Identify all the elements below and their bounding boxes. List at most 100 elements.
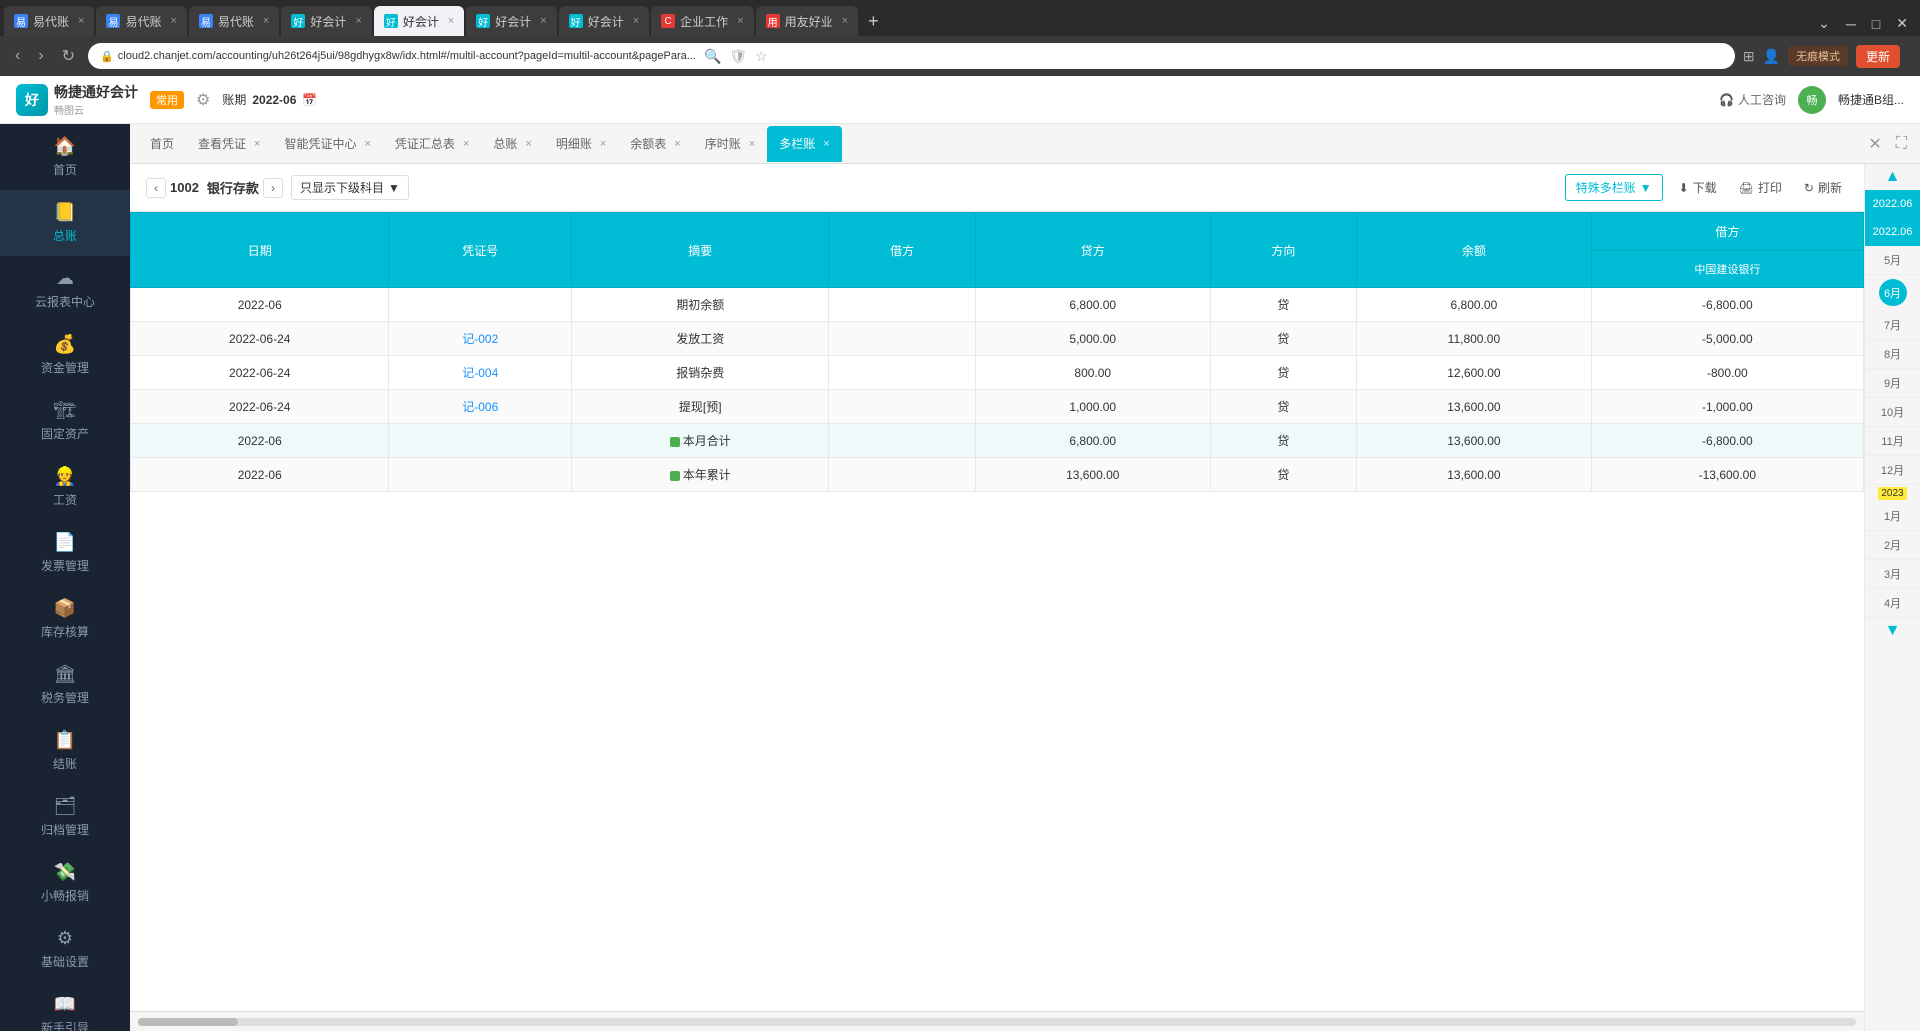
date-item-october[interactable]: 10月 <box>1865 398 1920 427</box>
tab-multi-column[interactable]: 多栏账 × <box>767 126 841 162</box>
browser-tab-9[interactable]: 用 用友好业 × <box>756 6 858 36</box>
date-item-december[interactable]: 12月 <box>1865 456 1920 485</box>
bottom-scrollbar[interactable] <box>130 1011 1864 1031</box>
browser-tab-close-3[interactable]: × <box>263 15 269 27</box>
sidebar-item-archive[interactable]: 🗂 归档管理 <box>0 784 130 850</box>
browser-tab-8[interactable]: C 企业工作 × <box>651 6 753 36</box>
date-item-august[interactable]: 8月 <box>1865 340 1920 369</box>
tab-general-ledger[interactable]: 总账 × <box>481 126 543 162</box>
demo-badge[interactable]: 常用 <box>150 91 184 109</box>
sidebar-item-invoice[interactable]: 📄 发票管理 <box>0 520 130 586</box>
tab-general-ledger-close[interactable]: × <box>525 138 531 150</box>
tab-home[interactable]: 首页 <box>138 126 186 162</box>
filter-select[interactable]: 只显示下级科目 ▼ <box>291 175 409 200</box>
browser-tab-7[interactable]: 好 好会计 × <box>559 6 649 36</box>
tab-voucher-summary[interactable]: 凭证汇总表 × <box>383 126 481 162</box>
tab-vouchers-close[interactable]: × <box>254 138 260 150</box>
consult-button[interactable]: 🎧 人工咨询 <box>1719 91 1786 108</box>
minimize-button[interactable]: ─ <box>1842 12 1860 36</box>
tab-smart-vouchers-close[interactable]: × <box>364 138 370 150</box>
print-button[interactable]: 🖨 打印 <box>1733 175 1788 200</box>
sidebar-item-ledger[interactable]: 📒 总账 <box>0 190 130 256</box>
tab-balance[interactable]: 余额表 × <box>618 126 692 162</box>
address-bar[interactable]: 🔒 cloud2.chanjet.com/accounting/uh26t264… <box>88 43 1735 69</box>
sidebar-item-salary[interactable]: 👷 工资 <box>0 454 130 520</box>
sidebar-item-reports[interactable]: ☁ 云报表中心 <box>0 256 130 322</box>
date-item-september[interactable]: 9月 <box>1865 369 1920 398</box>
search-icon[interactable]: 🔍 <box>704 48 721 65</box>
tab-smart-vouchers[interactable]: 智能凭证中心 × <box>272 126 382 162</box>
browser-tab-close-4[interactable]: × <box>355 15 361 27</box>
browser-tab-close-8[interactable]: × <box>737 15 743 27</box>
new-tab-button[interactable]: + <box>860 6 887 36</box>
refresh-button[interactable]: ↻ 刷新 <box>1798 175 1848 200</box>
tab-list-button[interactable]: ⌄ <box>1814 11 1834 36</box>
date-item-jan-2023[interactable]: 1月 <box>1865 502 1920 531</box>
calendar-icon[interactable]: 📅 <box>302 93 317 107</box>
profile-avatar[interactable]: 👤 <box>1763 48 1780 65</box>
voucher-link-4[interactable]: 记-006 <box>462 400 498 414</box>
incognito-label[interactable]: 无痕模式 <box>1788 46 1848 66</box>
date-item-july[interactable]: 7月 <box>1865 311 1920 340</box>
tab-voucher-summary-close[interactable]: × <box>463 138 469 150</box>
tab-vouchers[interactable]: 查看凭证 × <box>186 126 272 162</box>
date-item-may[interactable]: 5月 <box>1865 246 1920 275</box>
collapse-tabs-icon[interactable]: ✕ <box>1863 132 1886 156</box>
special-multi-col-button[interactable]: 特殊多栏账 ▼ <box>1565 174 1663 201</box>
next-account-button[interactable]: › <box>263 178 283 198</box>
sidebar-item-settings[interactable]: ⚙ 基础设置 <box>0 916 130 982</box>
sidebar-item-guide[interactable]: 📖 新手引导 <box>0 982 130 1031</box>
reload-button[interactable]: ↻ <box>57 44 80 68</box>
close-window-button[interactable]: ✕ <box>1892 11 1912 36</box>
back-button[interactable]: ‹ <box>10 45 25 67</box>
sidebar-item-assets[interactable]: 🏗 固定资产 <box>0 388 130 454</box>
browser-tab-close-1[interactable]: × <box>78 15 84 27</box>
browser-tab-5[interactable]: 好 好会计 × <box>374 6 464 36</box>
voucher-link-3[interactable]: 记-004 <box>462 366 498 380</box>
browser-tab-4[interactable]: 好 好会计 × <box>281 6 371 36</box>
tab-detail-ledger-close[interactable]: × <box>600 138 606 150</box>
date-item-mar-2023[interactable]: 3月 <box>1865 560 1920 589</box>
tab-detail-ledger[interactable]: 明细账 × <box>544 126 618 162</box>
date-scroll-down[interactable]: ▼ <box>1865 618 1920 644</box>
date-panel-year-2022-row1[interactable]: 2022.06 <box>1865 190 1920 218</box>
restore-button[interactable]: □ <box>1868 12 1884 36</box>
forward-button[interactable]: › <box>33 45 48 67</box>
sidebar-item-expense[interactable]: 💸 小畅报销 <box>0 850 130 916</box>
date-panel-year-2022-row2[interactable]: 2022.06 <box>1865 218 1920 246</box>
year-2023-badge[interactable]: 2023 <box>1878 487 1906 500</box>
sidebar-item-funds[interactable]: 💰 资金管理 <box>0 322 130 388</box>
prev-account-button[interactable]: ‹ <box>146 178 166 198</box>
extensions-button[interactable]: ⊞ <box>1743 48 1755 65</box>
expand-tabs-icon[interactable]: ⛶ <box>1891 133 1912 155</box>
inventory-icon: 📦 <box>54 598 76 619</box>
voucher-link-2[interactable]: 记-002 <box>462 332 498 346</box>
extension-icon[interactable]: 🛡 <box>729 48 747 65</box>
browser-tab-3[interactable]: 易 易代账 × <box>189 6 279 36</box>
sidebar-item-tax[interactable]: 🏛 税务管理 <box>0 652 130 718</box>
tab-sequence-close[interactable]: × <box>749 138 755 150</box>
star-icon[interactable]: ☆ <box>755 48 768 65</box>
browser-tab-close-5[interactable]: × <box>448 15 454 27</box>
update-button[interactable]: 更新 <box>1856 45 1900 68</box>
tab-sequence[interactable]: 序时账 × <box>693 126 767 162</box>
date-item-november[interactable]: 11月 <box>1865 427 1920 456</box>
sidebar-item-inventory[interactable]: 📦 库存核算 <box>0 586 130 652</box>
sidebar-item-closing[interactable]: 📋 结账 <box>0 718 130 784</box>
date-scroll-up[interactable]: ▲ <box>1865 164 1920 190</box>
browser-tab-close-6[interactable]: × <box>540 15 546 27</box>
date-item-apr-2023[interactable]: 4月 <box>1865 589 1920 618</box>
browser-tab-6[interactable]: 好 好会计 × <box>466 6 556 36</box>
browser-tab-close-2[interactable]: × <box>170 15 176 27</box>
tab-multi-column-close[interactable]: × <box>823 138 829 150</box>
download-button[interactable]: ⬇ 下载 <box>1673 175 1723 200</box>
sidebar-item-home[interactable]: 🏠 首页 <box>0 124 130 190</box>
settings-icon[interactable]: ⚙ <box>196 90 210 110</box>
browser-tab-2[interactable]: 易 易代账 × <box>96 6 186 36</box>
tab-balance-close[interactable]: × <box>674 138 680 150</box>
browser-tab-close-7[interactable]: × <box>633 15 639 27</box>
date-item-feb-2023[interactable]: 2月 <box>1865 531 1920 560</box>
browser-tab-close-9[interactable]: × <box>842 15 848 27</box>
date-item-june[interactable]: 6月 <box>1879 279 1907 307</box>
browser-tab-1[interactable]: 易 易代账 × <box>4 6 94 36</box>
